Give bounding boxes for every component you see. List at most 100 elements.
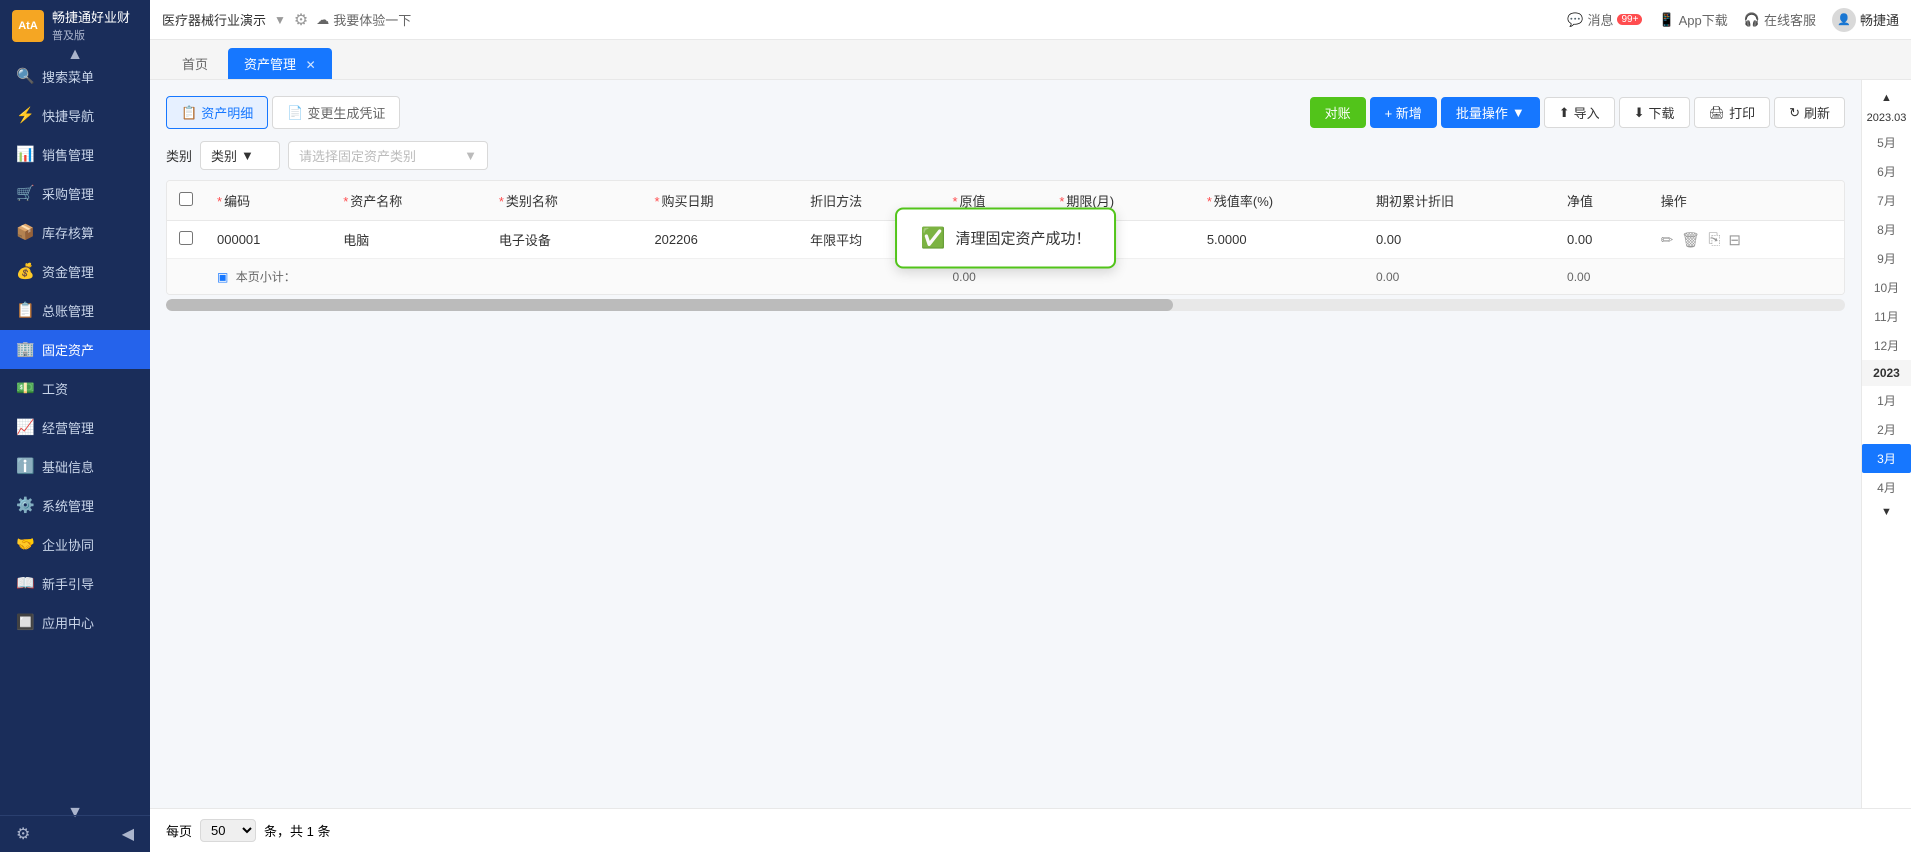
settings-icon[interactable]: ⚙ xyxy=(16,824,30,844)
sidebar-item-operations[interactable]: 📈 经营管理 xyxy=(0,408,150,447)
reconcile-button[interactable]: 对账 xyxy=(1310,97,1366,128)
refresh-button[interactable]: ↻ 刷新 xyxy=(1774,97,1845,128)
asset-category-input[interactable]: 请选择固定资产类别 ▼ xyxy=(288,141,488,170)
sidebar-item-label: 基础信息 xyxy=(42,457,94,476)
year-display[interactable]: 2023.03 xyxy=(1867,108,1907,128)
row-checkbox[interactable] xyxy=(167,221,205,259)
month-10[interactable]: 10月 xyxy=(1862,273,1911,302)
copy-icon[interactable]: ⎘ xyxy=(1708,231,1720,249)
subtotal-initial: 0.00 xyxy=(1364,259,1555,295)
select-all-checkbox[interactable] xyxy=(179,192,193,206)
sidebar-item-label: 经营管理 xyxy=(42,418,94,437)
sidebar-item-enterprise[interactable]: 🤝 企业协同 xyxy=(0,525,150,564)
month-9[interactable]: 9月 xyxy=(1862,244,1911,273)
month-5[interactable]: 5月 xyxy=(1862,128,1911,157)
sidebar-item-label: 资金管理 xyxy=(42,262,94,281)
year-header[interactable]: ▲ xyxy=(1881,88,1892,108)
app-download-button[interactable]: 📱 App下载 xyxy=(1658,10,1727,29)
toast-message: 清理固定资产成功！ xyxy=(955,227,1090,248)
month-8[interactable]: 8月 xyxy=(1862,215,1911,244)
sidebar-item-label: 总账管理 xyxy=(42,301,94,320)
sidebar-item-label: 库存核算 xyxy=(42,223,94,242)
month-1[interactable]: 1月 xyxy=(1862,386,1911,415)
service-icon: 🎧 xyxy=(1744,12,1760,28)
month-11[interactable]: 11月 xyxy=(1862,302,1911,331)
message-button[interactable]: 💬 消息 99+ xyxy=(1567,10,1642,29)
sidebar-item-fund[interactable]: 💰 资金管理 xyxy=(0,252,150,291)
sidebar-item-label: 新手引导 xyxy=(42,574,94,593)
table-container: *编码 *资产名称 *类别名称 *购买日期 折旧方法 *原值 *期限(月) *残… xyxy=(166,180,1845,295)
purchase-icon: 🛒 xyxy=(16,184,34,202)
online-service-button[interactable]: 🎧 在线客服 xyxy=(1744,10,1816,29)
batch-ops-button[interactable]: 批量操作 ▼ xyxy=(1441,97,1540,128)
sidebar-item-app-center[interactable]: 🔲 应用中心 xyxy=(0,603,150,642)
month-12[interactable]: 12月 xyxy=(1862,331,1911,360)
system-icon: ⚙️ xyxy=(16,496,34,514)
sidebar-item-label: 固定资产 xyxy=(42,340,94,359)
per-page-select[interactable]: 50 100 200 xyxy=(200,819,256,842)
tab-home[interactable]: 首页 xyxy=(166,48,224,79)
download-button[interactable]: ⬇ 下载 xyxy=(1619,97,1690,128)
col-code: *编码 xyxy=(205,181,331,221)
pagination: 每页 50 100 200 条，共 1 条 xyxy=(150,808,1911,852)
message-icon: 💬 xyxy=(1567,12,1583,28)
collapse-icon[interactable]: ◀ xyxy=(122,824,134,844)
month-4[interactable]: 4月 xyxy=(1862,473,1911,502)
per-page-label: 每页 xyxy=(166,821,192,840)
sidebar-item-label: 采购管理 xyxy=(42,184,94,203)
refresh-icon: ↻ xyxy=(1789,105,1800,121)
print-button[interactable]: 🖨 打印 xyxy=(1694,97,1771,128)
month-6[interactable]: 6月 xyxy=(1862,157,1911,186)
sub-tab-change-voucher[interactable]: 📄 变更生成凭证 xyxy=(272,96,400,129)
year-footer[interactable]: ▼ xyxy=(1881,502,1892,522)
guide-icon: 📖 xyxy=(16,574,34,592)
company-settings-icon[interactable]: ⚙ xyxy=(294,10,308,30)
sidebar-item-quick-nav[interactable]: ⚡ 快捷导航 xyxy=(0,96,150,135)
topbar: 医疗器械行业演示 ▼ ⚙ ☁ 我要体验一下 💬 消息 99+ 📱 App下载 🎧… xyxy=(150,0,1911,40)
month-7[interactable]: 7月 xyxy=(1862,186,1911,215)
sidebar-item-fixed-assets[interactable]: 🏢 固定资产 xyxy=(0,330,150,369)
col-residual-rate: *残值率(%) xyxy=(1195,181,1364,221)
sidebar-item-system[interactable]: ⚙️ 系统管理 xyxy=(0,486,150,525)
more-icon[interactable]: ⊟ xyxy=(1728,231,1741,249)
success-toast: ✅ 清理固定资产成功！ xyxy=(895,207,1117,268)
sidebar-item-search[interactable]: 🔍 搜索菜单 xyxy=(0,57,150,96)
company-name[interactable]: 医疗器械行业演示 xyxy=(162,10,266,29)
sub-tab-asset-detail[interactable]: 📋 资产明细 xyxy=(166,96,268,129)
import-label: 导入 xyxy=(1574,103,1600,122)
sidebar-footer: ⚙ ◀ xyxy=(0,815,150,852)
sidebar-item-guide[interactable]: 📖 新手引导 xyxy=(0,564,150,603)
sidebar-item-inventory[interactable]: 📦 库存核算 xyxy=(0,213,150,252)
sidebar-item-sales[interactable]: 📊 销售管理 xyxy=(0,135,150,174)
edit-icon[interactable]: ✏ xyxy=(1661,231,1674,249)
fund-icon: 💰 xyxy=(16,262,34,280)
feedback-button[interactable]: ☁ 我要体验一下 xyxy=(316,10,411,29)
month-2[interactable]: 2月 xyxy=(1862,415,1911,444)
feedback-label: 我要体验一下 xyxy=(333,10,411,29)
sidebar-item-basic-info[interactable]: ℹ️ 基础信息 xyxy=(0,447,150,486)
sidebar-item-purchase[interactable]: 🛒 采购管理 xyxy=(0,174,150,213)
h-scrollbar[interactable] xyxy=(166,299,1845,311)
new-button[interactable]: + 新增 xyxy=(1370,97,1437,128)
category-select[interactable]: 类别 ▼ xyxy=(200,141,280,170)
sidebar-item-salary[interactable]: 💵 工资 xyxy=(0,369,150,408)
import-button[interactable]: ⬆ 导入 xyxy=(1544,97,1615,128)
month-3-active[interactable]: 3月 xyxy=(1862,444,1911,473)
sidebar-item-ledger[interactable]: 📋 总账管理 xyxy=(0,291,150,330)
message-label: 消息 xyxy=(1587,10,1613,29)
year-2023-label: 2023 xyxy=(1862,360,1911,386)
col-name: *资产名称 xyxy=(331,181,487,221)
row-initial-accumulated: 0.00 xyxy=(1364,221,1555,259)
total-label: 条，共 1 条 xyxy=(264,821,330,840)
row-select-checkbox[interactable] xyxy=(179,231,193,245)
tab-close-icon[interactable]: ✕ xyxy=(306,58,316,72)
sidebar: AtA 畅捷通好业财 普及版 ▲ 🔍 搜索菜单 ⚡ 快捷导航 📊 销售管理 🛒 … xyxy=(0,0,150,852)
sidebar-nav: 🔍 搜索菜单 ⚡ 快捷导航 📊 销售管理 🛒 采购管理 📦 库存核算 💰 资金管… xyxy=(0,57,150,811)
tab-asset-management[interactable]: 资产管理 ✕ xyxy=(228,48,332,79)
user-menu[interactable]: 👤 畅捷通 xyxy=(1832,8,1899,32)
row-actions: ✏ 🗑 ⎘ ⊟ xyxy=(1661,231,1832,249)
delete-icon[interactable]: 🗑 xyxy=(1681,231,1700,249)
phone-icon: 📱 xyxy=(1658,12,1674,28)
chevron-down-icon: ▼ xyxy=(1881,506,1892,518)
sidebar-item-label: 工资 xyxy=(42,379,68,398)
